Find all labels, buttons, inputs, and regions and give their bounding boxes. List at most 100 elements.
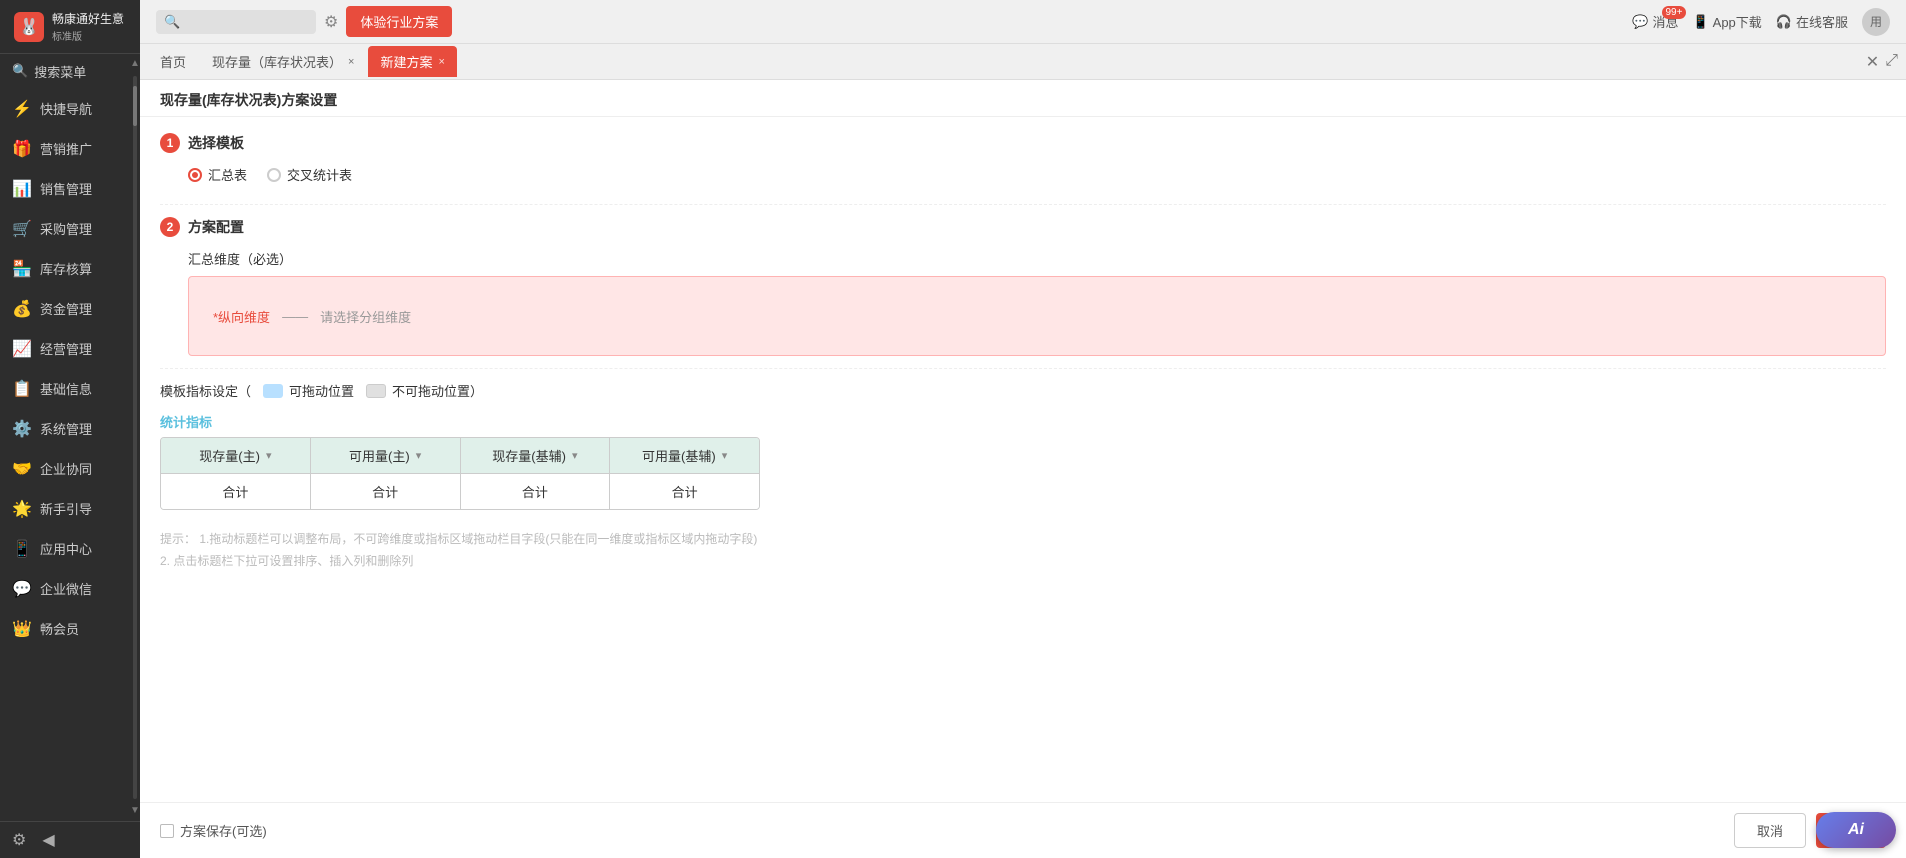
tab-new-scheme[interactable]: 新建方案 ×: [368, 46, 456, 77]
stat-col-chevron-1[interactable]: ▾: [416, 449, 422, 462]
stat-col-cell-3: 合计: [610, 474, 759, 509]
stat-col-0: 现存量(主) ▾ 合计: [161, 438, 311, 509]
tab-home[interactable]: 首页: [148, 46, 198, 77]
stat-col-chevron-3[interactable]: ▾: [722, 449, 728, 462]
shortcut-icon: ⚡: [12, 99, 32, 119]
dimension-dash: ——: [282, 309, 308, 324]
app-download-label: App下载: [1713, 12, 1762, 31]
section2-header: 2 方案配置: [160, 217, 1886, 237]
stat-col-header-0: 现存量(主) ▾: [161, 438, 310, 474]
stat-col-3: 可用量(基辅) ▾ 合计: [610, 438, 759, 509]
sidebar-item-inventory[interactable]: 🏪 库存核算: [0, 249, 130, 289]
main-area: 🔍 ⚙ 体验行业方案 💬 消息 99+ 📱 App下载 🎧 在线客服 用: [140, 0, 1906, 858]
stat-col-header-label-3: 可用量(基辅): [642, 446, 716, 465]
draggable-label: 可拖动位置: [289, 381, 354, 400]
dimension-required: *纵向维度: [213, 307, 270, 326]
sidebar-logo: 🐰 畅康通好生意 标准版: [0, 0, 140, 54]
tab-inventory-close[interactable]: ×: [348, 56, 354, 68]
messages-button[interactable]: 💬 消息 99+: [1632, 12, 1678, 31]
non-draggable-label: 不可拖动位置）: [392, 381, 483, 400]
sidebar-item-sales[interactable]: 📊 销售管理: [0, 169, 130, 209]
sidebar-item-appcenter[interactable]: 📱 应用中心: [0, 529, 130, 569]
dimension-box[interactable]: *纵向维度 —— 请选择分组维度: [188, 276, 1886, 356]
sidebar-item-system[interactable]: ⚙️ 系统管理: [0, 409, 130, 449]
operations-icon: 📈: [12, 339, 32, 359]
template-options: 汇总表 交叉统计表: [188, 165, 1886, 184]
stat-col-cell-1: 合计: [311, 474, 460, 509]
stat-col-chevron-0[interactable]: ▾: [266, 449, 272, 462]
ai-fab-button[interactable]: Ai: [1816, 812, 1896, 848]
radio-summary-dot: [188, 168, 202, 182]
topbar-search-icon: 🔍: [164, 14, 180, 30]
sidebar-item-marketing[interactable]: 🎁 营销推广: [0, 129, 130, 169]
stat-col-1: 可用量(主) ▾ 合计: [311, 438, 461, 509]
marketing-icon: 🎁: [12, 139, 32, 159]
stats-table: 现存量(主) ▾ 合计 可用量(主) ▾ 合计: [160, 437, 760, 510]
sidebar-item-finance[interactable]: 💰 资金管理: [0, 289, 130, 329]
topbar-search-box[interactable]: 🔍: [156, 10, 316, 34]
radio-cross[interactable]: 交叉统计表: [267, 165, 352, 184]
cancel-button[interactable]: 取消: [1734, 813, 1806, 848]
section2-num: 2: [160, 217, 180, 237]
online-service-button[interactable]: 🎧 在线客服: [1776, 12, 1848, 31]
stat-col-chevron-2[interactable]: ▾: [572, 449, 578, 462]
topbar-search-input[interactable]: [184, 15, 304, 29]
section1-header: 1 选择模板: [160, 133, 1886, 153]
scroll-down-arrow[interactable]: ▼: [130, 803, 140, 819]
radio-cross-label: 交叉统计表: [287, 165, 352, 184]
dimension-placeholder: 请选择分组维度: [320, 307, 411, 326]
scroll-up-arrow[interactable]: ▲: [130, 56, 140, 72]
sidebar-item-newbie[interactable]: 🌟 新手引导: [0, 489, 130, 529]
window-close-icon[interactable]: ✕: [1866, 52, 1879, 72]
section1-title: 选择模板: [188, 133, 244, 153]
stat-col-header-label-2: 现存量(基辅): [492, 446, 566, 465]
stat-col-header-label-0: 现存量(主): [199, 446, 260, 465]
search-icon: 🔍: [12, 63, 28, 79]
stat-col-cell-2: 合计: [461, 474, 610, 509]
stats-table-header: 现存量(主) ▾ 合计 可用量(主) ▾ 合计: [161, 438, 759, 509]
tip-item-1: 提示： 1.拖动标题栏可以调整布局，不可跨维度或指标区域拖动栏目字段(只能在同一…: [160, 529, 1886, 551]
sidebar-item-label: 应用中心: [40, 539, 92, 558]
save-checkbox[interactable]: 方案保存(可选): [160, 821, 267, 840]
collapse-icon[interactable]: ◀: [42, 830, 54, 850]
logo-text-block: 畅康通好生意 标准版: [52, 12, 124, 43]
app-download-button[interactable]: 📱 App下载: [1692, 12, 1761, 31]
window-expand-icon[interactable]: ⤢: [1885, 52, 1898, 72]
sidebar-item-cooperation[interactable]: 🤝 企业协同: [0, 449, 130, 489]
topbar-right: 💬 消息 99+ 📱 App下载 🎧 在线客服 用: [1632, 8, 1890, 36]
radio-summary[interactable]: 汇总表: [188, 165, 247, 184]
sidebar-item-shortcut[interactable]: ⚡ 快捷导航: [0, 89, 130, 129]
section-config: 2 方案配置 汇总维度（必选） *纵向维度 —— 请选择分组维度 模板指标设定（: [160, 217, 1886, 572]
sidebar-scrollbar[interactable]: ▲ ▼: [130, 54, 140, 821]
sidebar-item-basic[interactable]: 📋 基础信息: [0, 369, 130, 409]
sidebar-item-label: 新手引导: [40, 499, 92, 518]
save-checkbox-box[interactable]: [160, 824, 174, 838]
sidebar-item-purchase[interactable]: 🛒 采购管理: [0, 209, 130, 249]
sidebar-item-operations[interactable]: 📈 经营管理: [0, 329, 130, 369]
settings-icon[interactable]: ⚙: [12, 830, 26, 850]
user-avatar[interactable]: 用: [1862, 8, 1890, 36]
search-menu-item[interactable]: 🔍 搜索菜单: [0, 54, 130, 89]
tab-inventory[interactable]: 现存量（库存状况表） ×: [200, 46, 366, 77]
sidebar-item-wechat[interactable]: 💬 企业微信: [0, 569, 130, 609]
non-draggable-legend-box: [366, 384, 386, 398]
radio-summary-label: 汇总表: [208, 165, 247, 184]
sidebar-item-label: 采购管理: [40, 219, 92, 238]
topbar-left: 🔍 ⚙ 体验行业方案: [156, 6, 452, 37]
save-checkbox-label: 方案保存(可选): [180, 821, 267, 840]
content-area: 现存量(库存状况表)方案设置 1 选择模板 汇总表 交叉统计表: [140, 80, 1906, 802]
tab-new-close[interactable]: ×: [438, 56, 444, 68]
finance-icon: 💰: [12, 299, 32, 319]
page-title: 现存量(库存状况表)方案设置: [140, 80, 1906, 117]
sidebar-item-member[interactable]: 👑 畅会员: [0, 609, 130, 649]
dimension-section: 汇总维度（必选） *纵向维度 —— 请选择分组维度: [188, 249, 1886, 356]
trial-button[interactable]: 体验行业方案: [346, 6, 452, 37]
sidebar-item-label: 畅会员: [40, 619, 79, 638]
topbar-gear-icon[interactable]: ⚙: [324, 12, 338, 32]
section1-num: 1: [160, 133, 180, 153]
sidebar-item-label: 企业微信: [40, 579, 92, 598]
sidebar-item-label: 库存核算: [40, 259, 92, 278]
wechat-icon: 💬: [12, 579, 32, 599]
sidebar-item-label: 基础信息: [40, 379, 92, 398]
radio-cross-dot: [267, 168, 281, 182]
